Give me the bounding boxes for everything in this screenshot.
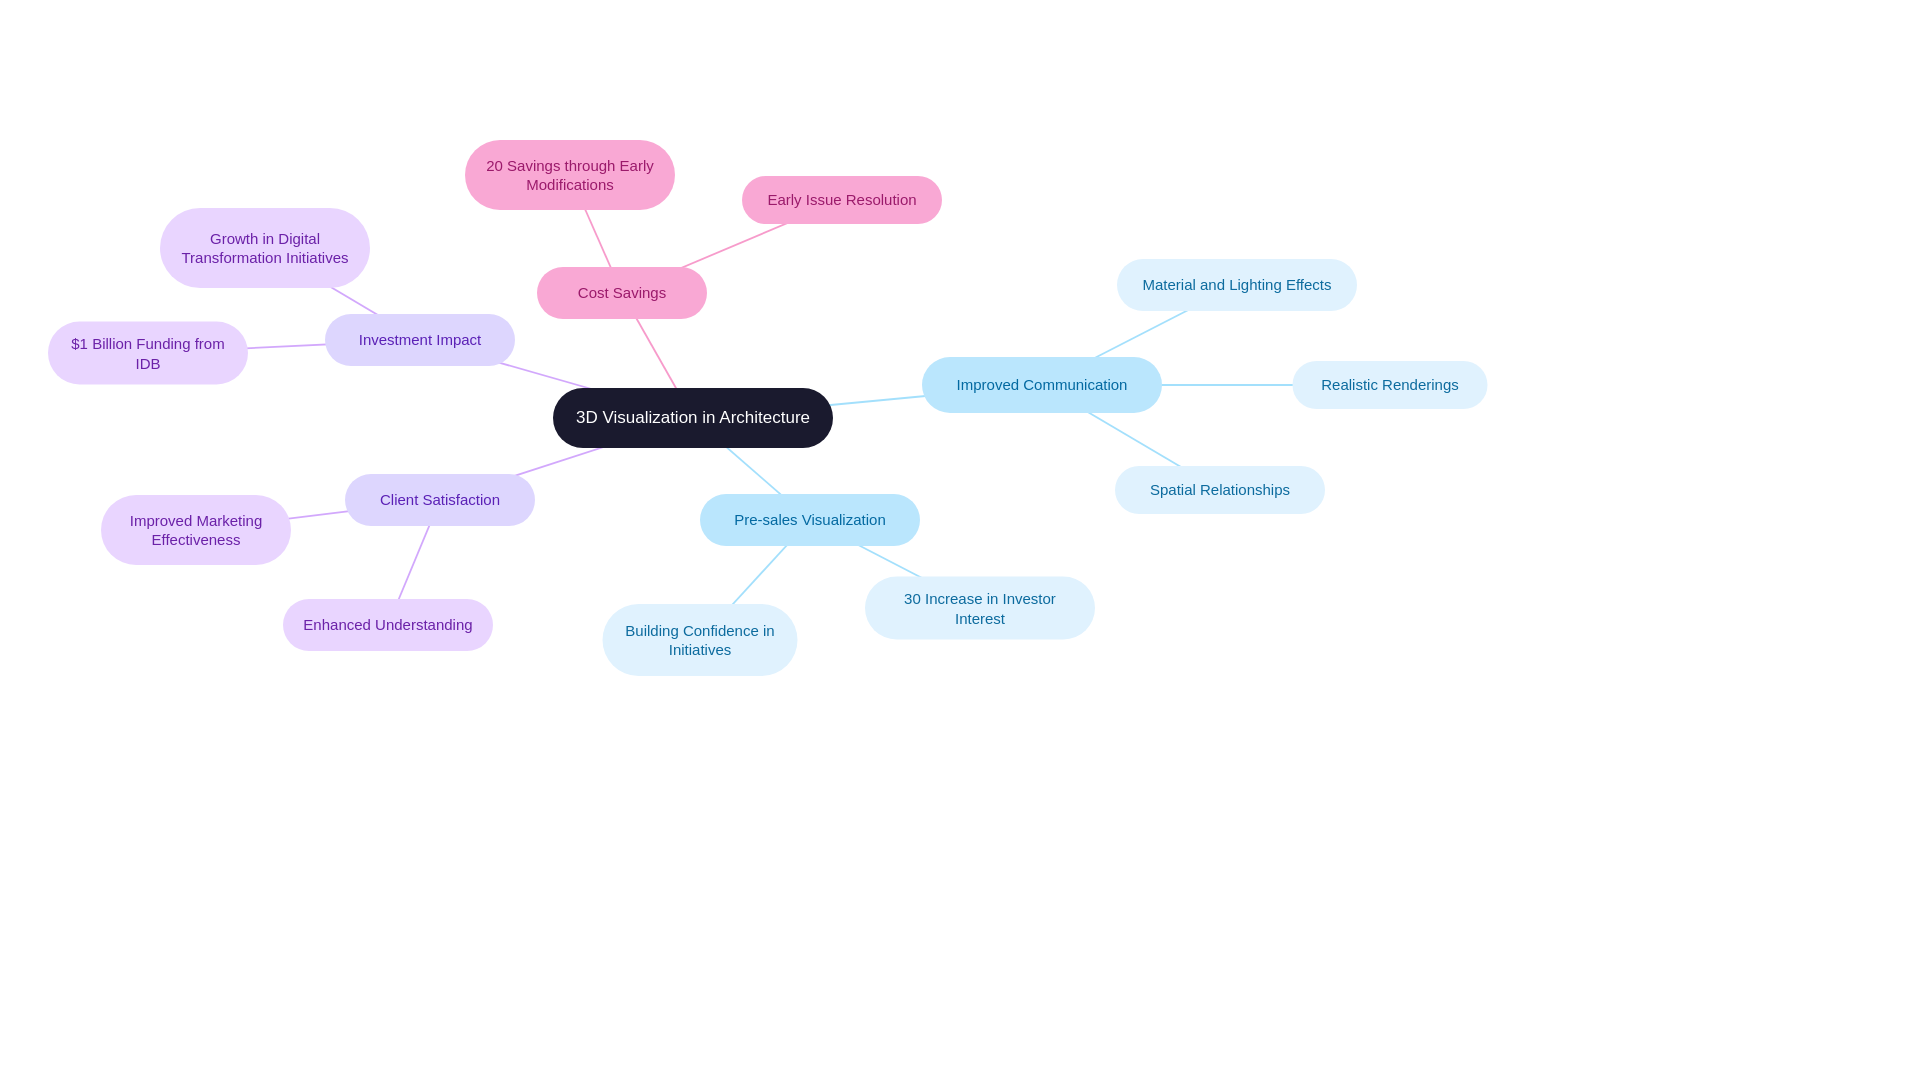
node-savings-early: 20 Savings through Early Modifications <box>465 140 675 210</box>
node-investor-interest: 30 Increase in Investor Interest <box>865 577 1095 640</box>
node-improved-communication: Improved Communication <box>922 357 1162 413</box>
node-early-issue: Early Issue Resolution <box>742 176 942 224</box>
node-client-satisfaction: Client Satisfaction <box>345 474 535 526</box>
node-improved-marketing: Improved Marketing Effectiveness <box>101 495 291 565</box>
node-center: 3D Visualization in Architecture <box>553 388 833 448</box>
node-cost-savings: Cost Savings <box>537 267 707 319</box>
node-building-confidence: Building Confidence in Initiatives <box>603 604 798 676</box>
node-spatial-relationships: Spatial Relationships <box>1115 466 1325 514</box>
node-investment-impact: Investment Impact <box>325 314 515 366</box>
node-realistic-renderings: Realistic Renderings <box>1293 361 1488 409</box>
node-material-lighting: Material and Lighting Effects <box>1117 259 1357 311</box>
node-enhanced-understanding: Enhanced Understanding <box>283 599 493 651</box>
mindmap-container: 3D Visualization in Architecture Cost Sav… <box>0 0 1920 1083</box>
node-presales-visualization: Pre-sales Visualization <box>700 494 920 546</box>
node-digital-growth: Growth in Digital Transformation Initiat… <box>160 208 370 288</box>
node-billion-funding: $1 Billion Funding from IDB <box>48 322 248 385</box>
